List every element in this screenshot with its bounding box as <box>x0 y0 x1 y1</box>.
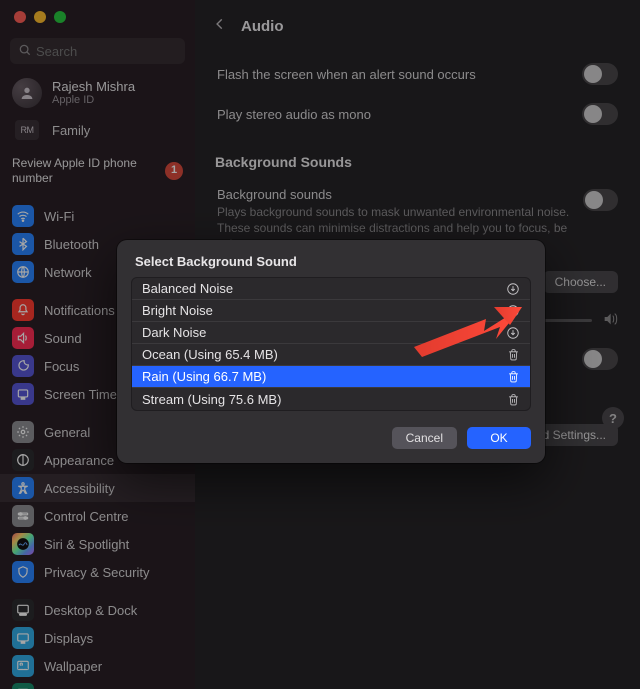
screensaver-icon <box>12 683 34 689</box>
desktop-icon <box>12 599 34 621</box>
sound-option-label: Ocean (Using 65.4 MB) <box>142 347 278 362</box>
wifi-icon <box>12 205 34 227</box>
window-controls[interactable] <box>14 11 66 23</box>
sidebar-item-label: Siri & Spotlight <box>44 537 129 552</box>
sound-option-ocean[interactable]: Ocean (Using 65.4 MB) <box>132 344 530 366</box>
sidebar-item-label: Accessibility <box>44 481 115 496</box>
search-icon <box>18 43 32 60</box>
sidebar-item-screen-saver[interactable]: Screen Saver <box>0 680 195 689</box>
sound-option-stream[interactable]: Stream (Using 75.6 MB) <box>132 388 530 410</box>
background-sounds-label: Background sounds <box>217 187 583 202</box>
sound-option-label: Bright Noise <box>142 303 213 318</box>
flash-screen-label: Flash the screen when an alert sound occ… <box>217 67 476 82</box>
siri-icon <box>12 533 34 555</box>
sidebar-item-label: Desktop & Dock <box>44 603 137 618</box>
family-row[interactable]: RM Family <box>0 116 195 144</box>
maximize-window-button[interactable] <box>54 11 66 23</box>
review-badge: 1 <box>165 162 183 180</box>
network-icon <box>12 261 34 283</box>
family-label: Family <box>52 123 90 138</box>
background-sounds-toggle[interactable] <box>583 189 618 211</box>
bell-icon <box>12 299 34 321</box>
wallpaper-icon <box>12 655 34 677</box>
flash-screen-toggle[interactable] <box>582 63 618 85</box>
sidebar-item-label: Wi-Fi <box>44 209 74 224</box>
user-sub: Apple ID <box>52 94 135 106</box>
page-title: Audio <box>241 18 284 35</box>
appearance-icon <box>12 449 34 471</box>
sound-option-label: Dark Noise <box>142 325 206 340</box>
trash-icon[interactable] <box>507 348 520 361</box>
avatar <box>12 78 42 108</box>
sound-option-label: Rain (Using 66.7 MB) <box>142 369 266 384</box>
sound-icon <box>12 327 34 349</box>
general-icon <box>12 421 34 443</box>
background-sounds-heading: Background Sounds <box>215 154 622 170</box>
sidebar-item-label: Network <box>44 265 92 280</box>
user-name: Rajesh Mishra <box>52 80 135 94</box>
trash-icon[interactable] <box>507 370 520 383</box>
lock-screen-toggle[interactable] <box>582 348 618 370</box>
review-text: Review Apple ID phone number <box>12 156 165 186</box>
download-icon[interactable] <box>506 304 520 318</box>
sidebar-item-label: Displays <box>44 631 93 646</box>
choose-button[interactable]: Choose... <box>543 271 618 293</box>
sidebar-item-wallpaper[interactable]: Wallpaper <box>0 652 195 680</box>
modal-list[interactable]: Balanced Noise Bright Noise Dark Noise O… <box>131 277 531 411</box>
sidebar-item-desktop-dock[interactable]: Desktop & Dock <box>0 596 195 624</box>
sound-option-label: Stream (Using 75.6 MB) <box>142 392 281 407</box>
privacy-icon <box>12 561 34 583</box>
help-button[interactable]: ? <box>602 407 624 429</box>
sidebar-item-siri-spotlight[interactable]: Siri & Spotlight <box>0 530 195 558</box>
sidebar-item-label: Appearance <box>44 453 114 468</box>
download-icon[interactable] <box>506 326 520 340</box>
minimize-window-button[interactable] <box>34 11 46 23</box>
sound-option-bright[interactable]: Bright Noise <box>132 300 530 322</box>
sound-option-rain[interactable]: Rain (Using 66.7 MB) <box>132 366 530 388</box>
mono-audio-toggle[interactable] <box>582 103 618 125</box>
sound-option-balanced[interactable]: Balanced Noise <box>132 278 530 300</box>
screentime-icon <box>12 383 34 405</box>
sound-option-label: Balanced Noise <box>142 281 233 296</box>
cancel-button[interactable]: Cancel <box>392 427 457 449</box>
focus-icon <box>12 355 34 377</box>
controlcentre-icon <box>12 505 34 527</box>
sidebar-item-label: Sound <box>44 331 82 346</box>
mono-audio-label: Play stereo audio as mono <box>217 107 371 122</box>
sidebar-item-displays[interactable]: Displays <box>0 624 195 652</box>
sidebar-item-label: Screen Time <box>44 387 117 402</box>
sidebar-item-label: General <box>44 425 90 440</box>
accessibility-icon <box>12 477 34 499</box>
sidebar-item-label: Privacy & Security <box>44 565 149 580</box>
bluetooth-icon <box>12 233 34 255</box>
displays-icon <box>12 627 34 649</box>
sidebar-item-control-centre[interactable]: Control Centre <box>0 502 195 530</box>
volume-max-icon <box>602 311 618 330</box>
sound-option-dark[interactable]: Dark Noise <box>132 322 530 344</box>
trash-icon[interactable] <box>507 393 520 406</box>
modal-title: Select Background Sound <box>135 254 531 269</box>
download-icon[interactable] <box>506 282 520 296</box>
sidebar-item-wi-fi[interactable]: Wi-Fi <box>0 202 195 230</box>
sidebar-item-label: Focus <box>44 359 79 374</box>
sidebar-item-label: Control Centre <box>44 509 129 524</box>
apple-id-row[interactable]: Rajesh Mishra Apple ID <box>0 74 195 112</box>
sidebar-item-label: Notifications <box>44 303 115 318</box>
review-apple-id-row[interactable]: Review Apple ID phone number 1 <box>0 150 195 192</box>
back-button[interactable] <box>213 17 227 36</box>
ok-button[interactable]: OK <box>467 427 531 449</box>
sidebar-item-accessibility[interactable]: Accessibility <box>0 474 195 502</box>
sidebar-item-label: Wallpaper <box>44 659 102 674</box>
close-window-button[interactable] <box>14 11 26 23</box>
sidebar-item-label: Bluetooth <box>44 237 99 252</box>
sidebar-item-privacy-security[interactable]: Privacy & Security <box>0 558 195 586</box>
search-input[interactable] <box>10 38 185 64</box>
family-badge: RM <box>15 120 39 140</box>
select-background-sound-modal: Select Background Sound Balanced Noise B… <box>117 240 545 463</box>
